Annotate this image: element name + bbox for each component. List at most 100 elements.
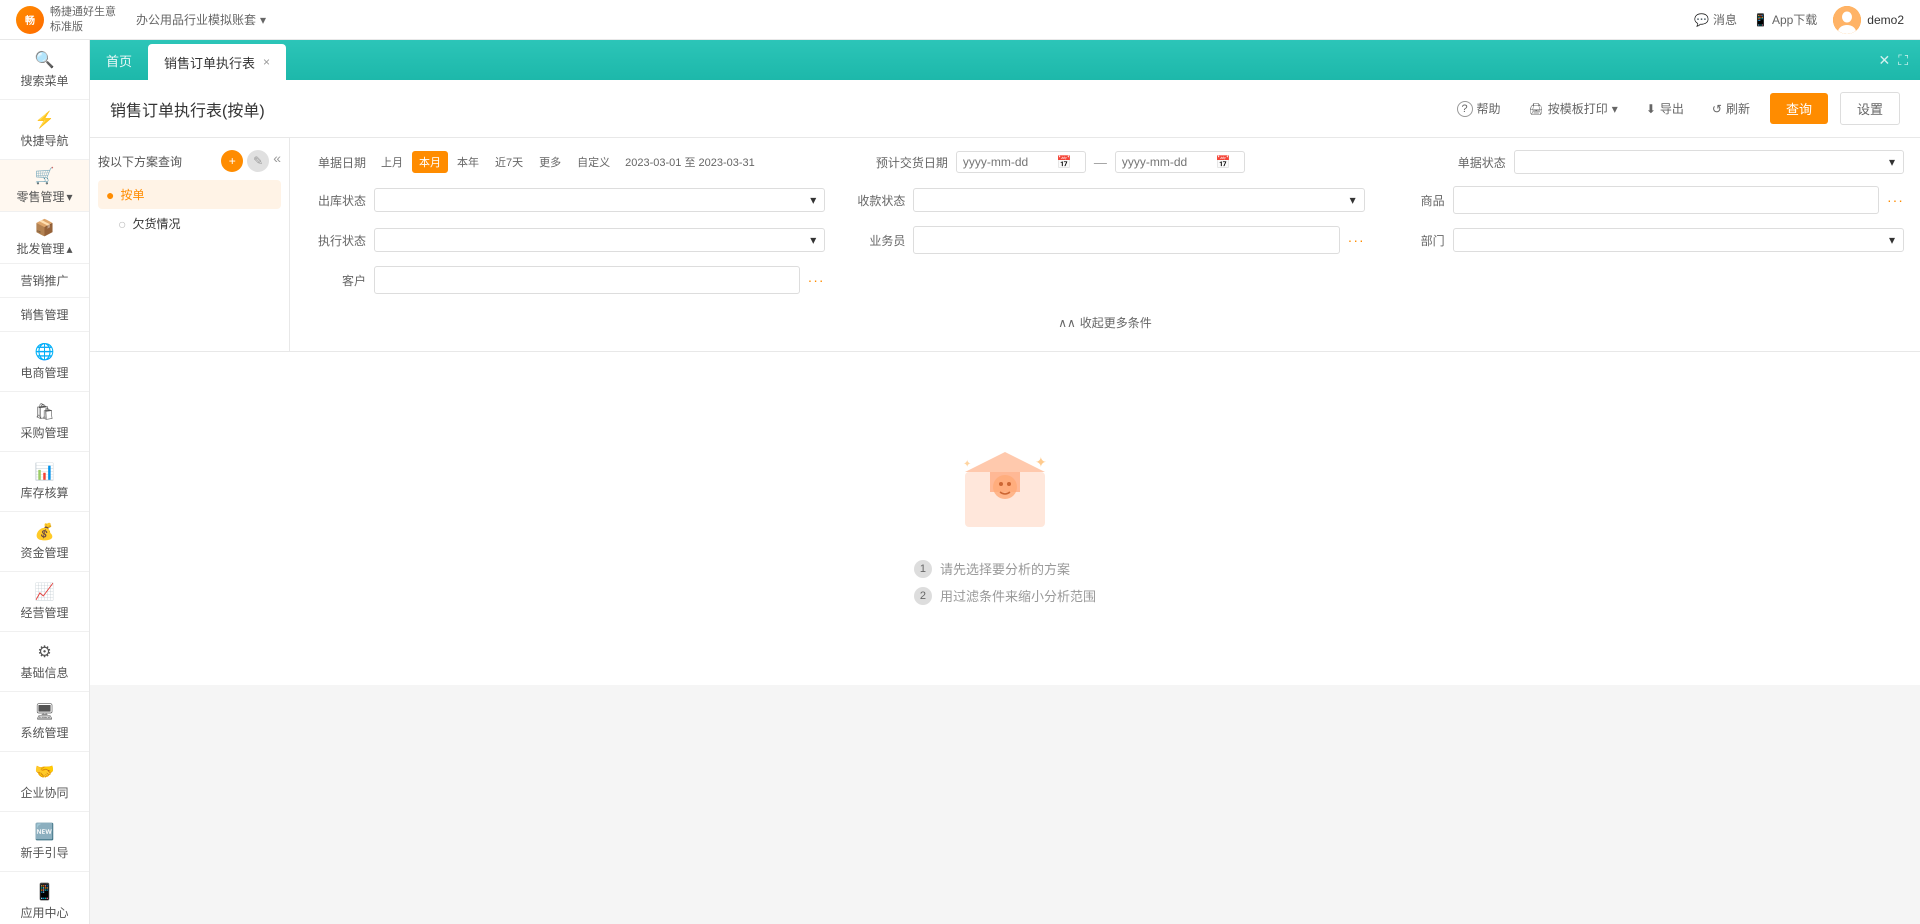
- customer-input[interactable]: [374, 266, 800, 294]
- svg-text:✦: ✦: [1035, 454, 1047, 470]
- payment-status-select[interactable]: ▾: [913, 188, 1364, 212]
- empty-steps: 1 请先选择要分析的方案 2 用过滤条件来缩小分析范围: [914, 559, 1096, 605]
- salesperson-input[interactable]: [913, 226, 1339, 254]
- tab-expand-icon[interactable]: ⛶: [1898, 52, 1908, 69]
- user-area: demo2: [1833, 6, 1904, 34]
- tab-bar-end: ✕ ⛶: [1866, 40, 1920, 80]
- salesperson-dots-button[interactable]: ···: [1348, 232, 1365, 248]
- app-download-button[interactable]: 📱 App下载: [1753, 11, 1817, 28]
- operation-icon: 📈: [35, 582, 55, 602]
- this-month-btn[interactable]: 本月: [412, 151, 448, 173]
- sidebar-item-ecommerce[interactable]: 🌐 电商管理: [0, 332, 89, 392]
- filter-fields: 单据日期 上月 本月 本年 近7天 更多 自定义 2023-03-01 至 20…: [290, 138, 1920, 351]
- delivery-status-field: 出库状态 ▾: [306, 188, 825, 212]
- sidebar-item-finance[interactable]: 💰 资金管理: [0, 512, 89, 572]
- last-month-btn[interactable]: 上月: [374, 151, 410, 173]
- sidebar-item-cooperation[interactable]: 🤝 企业协同: [0, 752, 89, 812]
- scheme-item-by-order[interactable]: ● 按单: [98, 180, 281, 209]
- main-layout: 🔍 搜索菜单 ⚡ 快捷导航 🛒 零售管理 ▾ 📦 批发管理 ▴ 营销推广 销售管…: [0, 40, 1920, 924]
- edit-icon: ✎: [253, 154, 263, 168]
- order-status-select[interactable]: ▾: [1514, 150, 1904, 174]
- sidebar-item-system[interactable]: 🖥 系统管理: [0, 692, 89, 752]
- product-input[interactable]: [1453, 186, 1879, 214]
- collapse-icon: ∧∧: [1058, 316, 1076, 330]
- sidebar-item-app-center[interactable]: 📱 应用中心: [0, 872, 89, 924]
- svg-text:✦: ✦: [963, 459, 971, 470]
- delivery-date-start-input[interactable]: [963, 155, 1053, 169]
- empty-step-2: 2 用过滤条件来缩小分析范围: [914, 586, 1096, 605]
- print-icon: 🖨: [1529, 102, 1544, 116]
- this-year-btn[interactable]: 本年: [450, 151, 486, 173]
- tab-active[interactable]: 销售订单执行表 ×: [148, 44, 286, 80]
- date-buttons: 上月 本月 本年 近7天 更多 自定义: [374, 151, 617, 173]
- sidebar-item-search[interactable]: 🔍 搜索菜单: [0, 40, 89, 100]
- empty-step-1: 1 请先选择要分析的方案: [914, 559, 1096, 578]
- collapse-more-button[interactable]: ∧∧ 收起更多条件: [1058, 314, 1152, 331]
- template-print-button[interactable]: 🖨 按模板打印 ▾: [1521, 96, 1626, 121]
- order-date-field: 单据日期 上月 本月 本年 近7天 更多 自定义 2023-03-01 至 20…: [306, 151, 856, 173]
- refresh-icon: ↺: [1712, 102, 1722, 116]
- page-header: 销售订单执行表(按单) ? 帮助 🖨 按模板打印 ▾ ⬇ 导出: [90, 80, 1920, 138]
- scheme-item-shortage[interactable]: ○ 欠货情况: [98, 209, 281, 238]
- calendar-end-icon[interactable]: 📅: [1216, 155, 1231, 169]
- edit-scheme-button[interactable]: ✎: [247, 150, 269, 172]
- help-button[interactable]: ? 帮助: [1449, 96, 1509, 121]
- filter-footer: ∧∧ 收起更多条件: [306, 306, 1904, 339]
- exec-status-dropdown-icon: ▾: [810, 233, 816, 247]
- exec-status-field: 执行状态 ▾: [306, 228, 825, 252]
- sidebar: 🔍 搜索菜单 ⚡ 快捷导航 🛒 零售管理 ▾ 📦 批发管理 ▴ 营销推广 销售管…: [0, 40, 90, 924]
- refresh-button[interactable]: ↺ 刷新: [1704, 96, 1758, 121]
- query-button[interactable]: 查询: [1770, 93, 1828, 124]
- product-dots-button[interactable]: ···: [1887, 192, 1904, 208]
- header-left: 畅 畅捷通好生意 标准版 办公用品行业模拟账套 ▾: [16, 5, 266, 34]
- add-scheme-button[interactable]: +: [221, 150, 243, 172]
- customer-dots-button[interactable]: ···: [808, 272, 825, 288]
- delivery-date-end-input[interactable]: [1122, 155, 1212, 169]
- department-dropdown-icon: ▾: [1889, 233, 1895, 247]
- delivery-date-field: 预计交货日期 📅 — 📅: [876, 151, 1426, 173]
- sidebar-item-purchase[interactable]: 🛍 采购管理: [0, 392, 89, 452]
- custom-btn[interactable]: 自定义: [570, 151, 617, 173]
- tab-home[interactable]: 首页: [90, 40, 148, 80]
- payment-status-field: 收款状态 ▾: [845, 188, 1364, 212]
- delivery-date-end[interactable]: 📅: [1115, 151, 1245, 173]
- retail-icon: 🛒: [35, 166, 55, 186]
- messages-button[interactable]: 💬 消息: [1694, 11, 1737, 28]
- date-range-text: 2023-03-01 至 2023-03-31: [625, 154, 755, 170]
- sidebar-item-sales-mgmt[interactable]: 销售管理: [0, 298, 89, 332]
- export-icon: ⬇: [1646, 102, 1656, 116]
- export-button[interactable]: ⬇ 导出: [1638, 96, 1692, 121]
- collapse-scheme-button[interactable]: «: [273, 150, 281, 172]
- tab-close-button[interactable]: ×: [263, 55, 270, 69]
- order-status-dropdown-icon: ▾: [1889, 155, 1895, 169]
- settings-button[interactable]: 设置: [1840, 92, 1900, 125]
- scheme-active-icon: ●: [106, 187, 114, 203]
- sidebar-item-quick-nav[interactable]: ⚡ 快捷导航: [0, 100, 89, 160]
- delivery-status-dropdown-icon: ▾: [810, 193, 816, 207]
- delivery-status-select[interactable]: ▾: [374, 188, 825, 212]
- sidebar-item-inventory[interactable]: 📊 库存核算: [0, 452, 89, 512]
- filter-row-4: 客户 ···: [306, 266, 1904, 294]
- breadcrumb: 办公用品行业模拟账套 ▾: [136, 11, 266, 28]
- exec-status-select[interactable]: ▾: [374, 228, 825, 252]
- department-select[interactable]: ▾: [1453, 228, 1904, 252]
- filter-panel: 按以下方案查询 + ✎ « ● 按单 ○: [90, 138, 1920, 352]
- sidebar-item-new-guide[interactable]: 🆕 新手引导: [0, 812, 89, 872]
- sidebar-item-marketing[interactable]: 营销推广: [0, 264, 89, 298]
- tab-close-all-icon[interactable]: ✕: [1878, 52, 1890, 69]
- calendar-start-icon[interactable]: 📅: [1057, 155, 1072, 169]
- wholesale-icon: 📦: [35, 218, 55, 238]
- sidebar-item-wholesale[interactable]: 📦 批发管理 ▴: [0, 212, 89, 264]
- payment-status-dropdown-icon: ▾: [1350, 193, 1356, 207]
- more-btn[interactable]: 更多: [532, 151, 568, 173]
- sidebar-item-retail[interactable]: 🛒 零售管理 ▾: [0, 160, 89, 212]
- breadcrumb-dropdown-icon[interactable]: ▾: [260, 13, 266, 27]
- purchase-icon: 🛍: [34, 402, 54, 422]
- sidebar-item-basic[interactable]: ⚙ 基础信息: [0, 632, 89, 692]
- header-right: 💬 消息 📱 App下载 demo2: [1694, 6, 1904, 34]
- delivery-date-start[interactable]: 📅: [956, 151, 1086, 173]
- page-actions: ? 帮助 🖨 按模板打印 ▾ ⬇ 导出 ↺ 刷新: [1449, 92, 1900, 125]
- last-7days-btn[interactable]: 近7天: [488, 151, 530, 173]
- print-dropdown-icon: ▾: [1612, 102, 1618, 116]
- sidebar-item-operation[interactable]: 📈 经营管理: [0, 572, 89, 632]
